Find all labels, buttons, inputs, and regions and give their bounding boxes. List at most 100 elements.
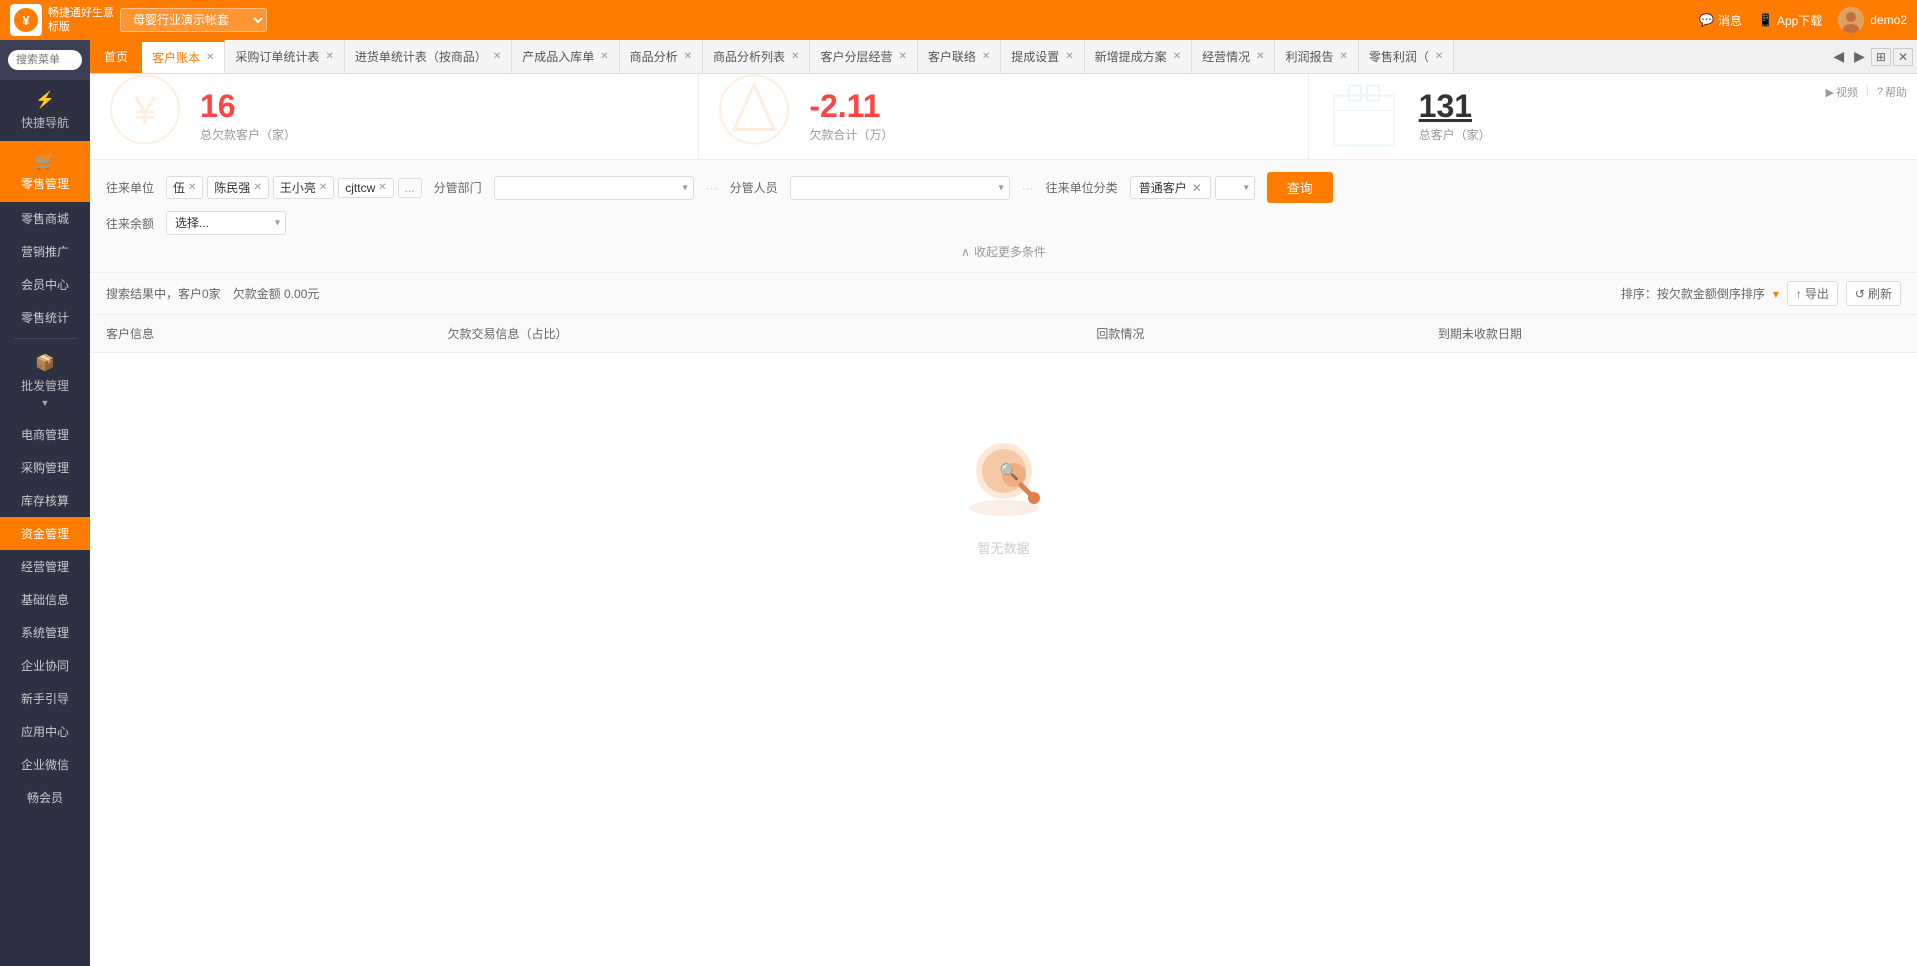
sidebar-item-finance[interactable]: 资金管理 (0, 517, 90, 550)
sidebar-item-batch-mgmt[interactable]: 📦 批发管理 ▼ (0, 343, 90, 418)
sidebar-item-ecomm[interactable]: 电商管理 (0, 418, 90, 451)
unit-class-select[interactable] (1215, 176, 1255, 200)
balance-select-wrapper: 选择... (166, 211, 286, 235)
tab-biz-situation[interactable]: 经营情况 ✕ (1192, 40, 1275, 74)
sidebar-item-retail-mgmt[interactable]: 🛒 零售管理 (0, 141, 90, 202)
query-button[interactable]: 查询 (1267, 172, 1333, 203)
tab-profit-report[interactable]: 利润报告 ✕ (1275, 40, 1358, 74)
sidebar-item-quick-nav[interactable]: ⚡ 快捷导航 (0, 80, 90, 141)
tab-product-incoming[interactable]: 产成品入库单 ✕ (512, 40, 619, 74)
tab-product-analysis-list[interactable]: 商品分析列表 ✕ (703, 40, 810, 74)
tab-close-customer-contact[interactable]: ✕ (982, 51, 990, 62)
unit-class-filter: 普通客户 ✕ (1130, 176, 1255, 200)
help-icon: ? (1877, 86, 1883, 98)
tag-close-normal-customer[interactable]: ✕ (1192, 181, 1202, 195)
filter-row-2: 往来余额 选择... (106, 211, 1901, 235)
unit-class-select-wrapper (1215, 176, 1255, 200)
results-actions: 排序：按欠款金额倒序排序 ▾ ↑ 导出 ↺ 刷新 (1621, 281, 1901, 306)
sidebar-item-enterprise[interactable]: 企业协同 (0, 649, 90, 682)
tag-close-wu[interactable]: ✕ (188, 182, 196, 193)
video-help-area: ▶ 视频 | ? 帮助 (1826, 84, 1907, 100)
app-download-button[interactable]: 📱 App下载 (1758, 12, 1822, 29)
sort-arrow-icon[interactable]: ▾ (1773, 287, 1779, 301)
help-button[interactable]: ? 帮助 (1877, 84, 1907, 100)
collapse-button[interactable]: ∧ 收起更多条件 (106, 243, 1901, 260)
filter-tag-wu: 伍 ✕ (166, 176, 203, 199)
tab-close-new-promotion-plan[interactable]: ✕ (1173, 51, 1181, 62)
tab-next-arrow[interactable]: ▶ (1850, 46, 1869, 67)
account-dropdown[interactable]: 母婴行业演示帐套 (120, 8, 267, 32)
tab-close-purchase-order-stats[interactable]: ✕ (325, 51, 333, 62)
svg-text:¥: ¥ (22, 13, 30, 28)
filter-more-tags-btn[interactable]: ... (398, 178, 422, 198)
tab-purchase-order-stats[interactable]: 采购订单统计表 ✕ (225, 40, 344, 74)
sidebar-item-sys[interactable]: 系统管理 (0, 616, 90, 649)
tag-normal-customer: 普通客户 ✕ (1130, 176, 1211, 199)
empty-icon: 🔍 (959, 433, 1049, 526)
col-credit-info: 欠款交易信息（占比） (432, 315, 1081, 353)
tab-close-customer-tiered[interactable]: ✕ (898, 51, 906, 62)
tab-promotion-settings[interactable]: 提成设置 ✕ (1001, 40, 1084, 74)
stats-row: ¥ 16 总欠款客户（家） -2.11 欠款合计（万） (90, 74, 1917, 160)
tab-retail-profit[interactable]: 零售利润（ ✕ (1359, 40, 1454, 74)
tag-close-chen[interactable]: ✕ (253, 182, 261, 193)
filter-tag-wang: 王小亮 ✕ (273, 176, 334, 199)
sidebar-item-purchase[interactable]: 采购管理 (0, 451, 90, 484)
sidebar-item-retail-mall[interactable]: 零售商城 (0, 202, 90, 235)
tab-expand[interactable]: ⊞ (1871, 48, 1891, 66)
tab-incoming-stats[interactable]: 进货单统计表（按商品） ✕ (345, 40, 512, 74)
export-button[interactable]: ↑ 导出 (1787, 281, 1838, 306)
tab-home[interactable]: 首页 (90, 40, 142, 74)
tab-close-retail-profit[interactable]: ✕ (1435, 51, 1443, 62)
filter-row-1: 往来单位 伍 ✕ 陈民强 ✕ 王小亮 (106, 172, 1901, 203)
results-bar: 搜索结果中，客户0家 欠款金额 0.00元 排序：按欠款金额倒序排序 ▾ ↑ 导… (90, 273, 1917, 315)
tab-close-incoming-stats[interactable]: ✕ (493, 51, 501, 62)
sidebar: ⚡ 快捷导航 🛒 零售管理 零售商城 营销推广 会员中心 零售统计 📦 (0, 40, 90, 966)
refresh-button[interactable]: ↺ 刷新 (1846, 281, 1901, 306)
tab-close-customer-capital[interactable]: ✕ (206, 52, 214, 63)
user-menu[interactable]: demo2 (1838, 7, 1907, 33)
tab-customer-capital[interactable]: 客户账本 ✕ (142, 40, 225, 74)
sidebar-item-newbie[interactable]: 新手引导 (0, 682, 90, 715)
tag-close-cjttcw[interactable]: ✕ (378, 182, 386, 193)
tab-close-product-analysis[interactable]: ✕ (684, 51, 692, 62)
tab-customer-tiered[interactable]: 客户分层经营 ✕ (810, 40, 917, 74)
page-content: ¥ 16 总欠款客户（家） -2.11 欠款合计（万） (90, 74, 1917, 966)
filter-unit-tags: 伍 ✕ 陈民强 ✕ 王小亮 ✕ (166, 176, 422, 199)
sidebar-item-biz[interactable]: 经营管理 (0, 550, 90, 583)
username-label: demo2 (1870, 13, 1907, 27)
tab-close-profit-report[interactable]: ✕ (1340, 51, 1348, 62)
person-more-btn[interactable]: ··· (1022, 181, 1034, 195)
collapse-icon: ∧ (961, 245, 970, 259)
sidebar-item-retail-stats[interactable]: 零售统计 (0, 301, 90, 334)
tab-close-all[interactable]: ✕ (1893, 48, 1913, 66)
tab-customer-contact[interactable]: 客户联络 ✕ (918, 40, 1001, 74)
tab-product-analysis[interactable]: 商品分析 ✕ (620, 40, 703, 74)
sidebar-item-marketing[interactable]: 营销推广 (0, 235, 90, 268)
tag-close-wang[interactable]: ✕ (319, 182, 327, 193)
filter-tag-chen: 陈民强 ✕ (207, 176, 268, 199)
message-button[interactable]: 💬 消息 (1699, 12, 1742, 29)
tab-new-promotion-plan[interactable]: 新增提成方案 ✕ (1085, 40, 1192, 74)
dept-more-btn[interactable]: ··· (706, 181, 718, 195)
sidebar-item-wechat[interactable]: 企业微信 (0, 748, 90, 781)
sidebar-item-member[interactable]: 畅会员 (0, 781, 90, 814)
dept-select-wrapper (494, 176, 694, 200)
search-input[interactable] (8, 50, 82, 70)
balance-select[interactable]: 选择... (166, 211, 286, 235)
logo-icon: ¥ (10, 4, 42, 36)
export-icon: ↑ (1796, 287, 1802, 301)
sidebar-item-member-center[interactable]: 会员中心 (0, 268, 90, 301)
sidebar-item-basic-info[interactable]: 基础信息 (0, 583, 90, 616)
tab-prev-arrow[interactable]: ◀ (1829, 46, 1848, 67)
tab-close-product-analysis-list[interactable]: ✕ (791, 51, 799, 62)
person-select[interactable] (790, 176, 1010, 200)
sidebar-item-app-center[interactable]: 应用中心 (0, 715, 90, 748)
tab-close-promotion-settings[interactable]: ✕ (1065, 51, 1073, 62)
svg-text:¥: ¥ (133, 89, 157, 133)
tab-close-biz-situation[interactable]: ✕ (1256, 51, 1264, 62)
video-button[interactable]: ▶ 视频 (1826, 84, 1858, 100)
sidebar-item-inventory[interactable]: 库存核算 (0, 484, 90, 517)
dept-select[interactable] (494, 176, 694, 200)
tab-close-product-incoming[interactable]: ✕ (600, 51, 608, 62)
